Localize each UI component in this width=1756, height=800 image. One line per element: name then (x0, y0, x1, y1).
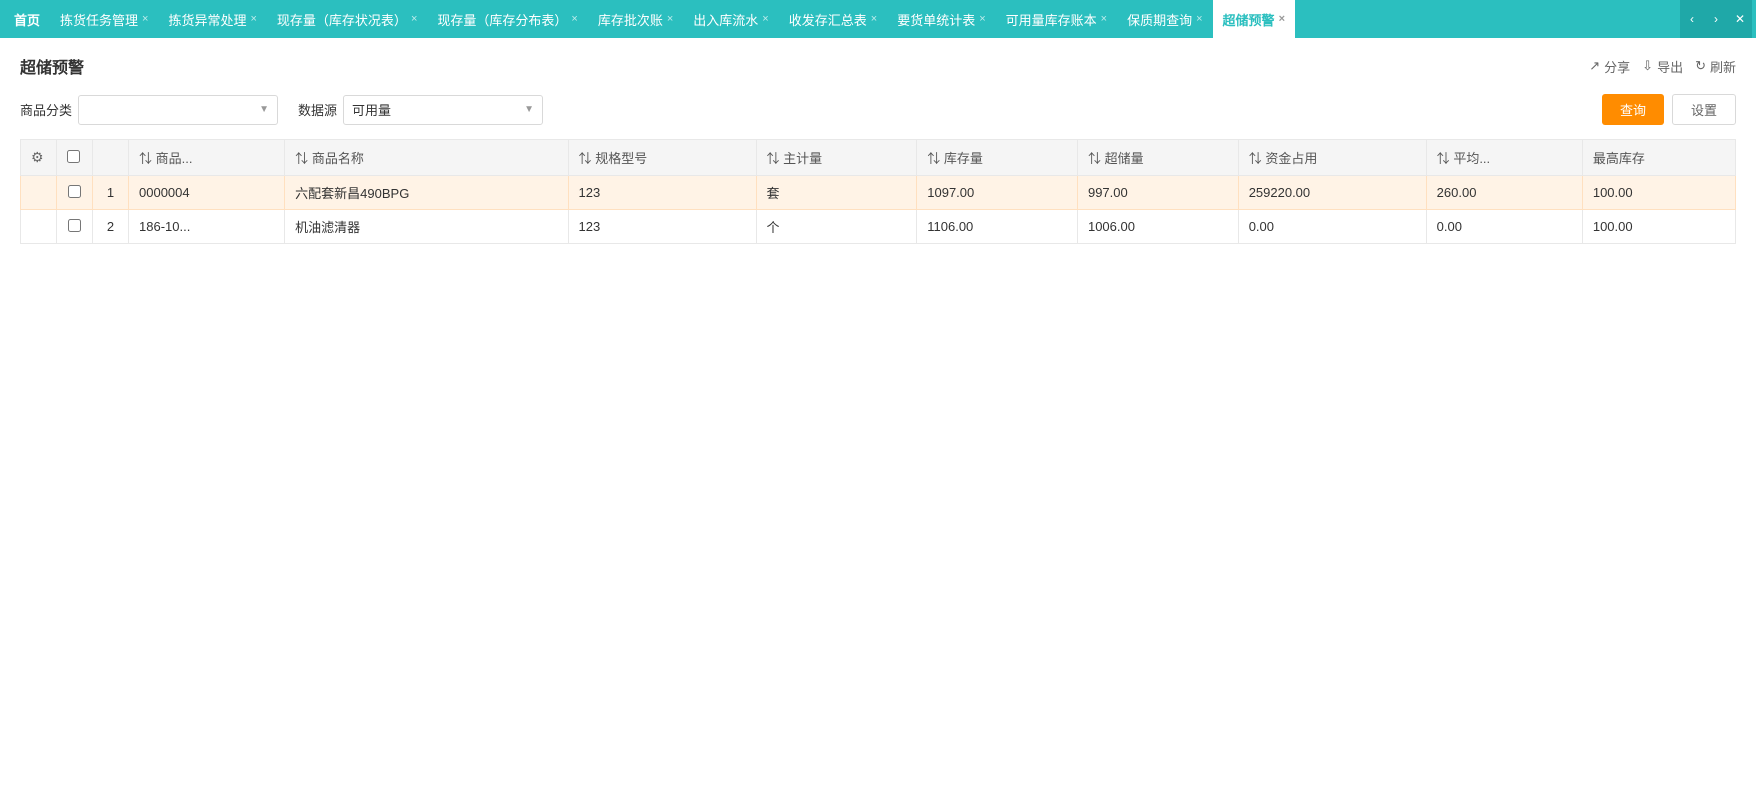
page-header: 超储预警 ↗ 分享 ⇩ 导出 ↻ 刷新 (20, 54, 1736, 78)
filter-actions: 查询 设置 (1602, 94, 1736, 125)
row-avg: 0.00 (1426, 210, 1582, 244)
nav-tab-order-stat[interactable]: 要货单统计表 × (887, 0, 995, 38)
row-checkbox-cell[interactable] (57, 176, 93, 210)
export-icon: ⇩ (1642, 58, 1653, 74)
query-button[interactable]: 查询 (1602, 94, 1664, 125)
settings-button[interactable]: 设置 (1672, 94, 1736, 125)
top-nav: 首页 拣货任务管理 × 拣货异常处理 × 现存量（库存状况表） × 现存量（库存… (0, 0, 1756, 38)
th-num (93, 140, 129, 176)
table-row: 2 186-10... 机油滤清器 123 个 1106.00 1006.00 … (21, 210, 1736, 244)
th-overstock[interactable]: ⇅ 超储量 (1077, 140, 1238, 176)
close-quality-icon[interactable]: × (1196, 13, 1202, 25)
th-product-code[interactable]: ⇅ 商品... (129, 140, 285, 176)
nav-tab-collect[interactable]: 收发存汇总表 × (779, 0, 887, 38)
row-gear-cell (21, 176, 57, 210)
row-product-code: 0000004 (129, 176, 285, 210)
row-product-name: 六配套新昌490BPG (285, 176, 568, 210)
category-label: 商品分类 (20, 100, 72, 119)
close-collect-icon[interactable]: × (871, 13, 877, 25)
gear-icon[interactable]: ⚙ (31, 149, 44, 165)
nav-close-button[interactable]: ✕ (1728, 0, 1752, 38)
nav-tab-home[interactable]: 首页 (4, 0, 50, 38)
th-max-stock: 最高库存 (1582, 140, 1735, 176)
category-select-value (87, 102, 91, 117)
close-overstock-icon[interactable]: × (1279, 13, 1285, 25)
header-actions: ↗ 分享 ⇩ 导出 ↻ 刷新 (1589, 57, 1736, 76)
filter-bar: 商品分类 ▼ 数据源 可用量 ▼ 查询 设置 (20, 94, 1736, 125)
row-product-name: 机油滤清器 (285, 210, 568, 244)
category-select[interactable]: ▼ (78, 95, 278, 125)
table-header-row: ⚙ ⇅ 商品... ⇅ 商品名称 ⇅ 规格型号 (21, 140, 1736, 176)
share-icon: ↗ (1589, 58, 1600, 74)
row-num: 2 (93, 210, 129, 244)
refresh-icon: ↻ (1695, 58, 1706, 74)
th-unit[interactable]: ⇅ 主计量 (756, 140, 917, 176)
data-table: ⚙ ⇅ 商品... ⇅ 商品名称 ⇅ 规格型号 (20, 139, 1736, 244)
row-gear-cell (21, 210, 57, 244)
nav-tab-task[interactable]: 拣货任务管理 × (50, 0, 158, 38)
page-title: 超储预警 (20, 54, 84, 78)
th-avg[interactable]: ⇅ 平均... (1426, 140, 1582, 176)
datasource-dropdown-icon: ▼ (524, 104, 534, 115)
row-overstock: 1006.00 (1077, 210, 1238, 244)
nav-tab-available[interactable]: 可用量库存账本 × (996, 0, 1117, 38)
table-row: 1 0000004 六配套新昌490BPG 123 套 1097.00 997.… (21, 176, 1736, 210)
refresh-button[interactable]: ↻ 刷新 (1695, 57, 1736, 76)
close-abnormal-icon[interactable]: × (250, 13, 256, 25)
th-gear[interactable]: ⚙ (21, 140, 57, 176)
nav-tab-abnormal[interactable]: 拣货异常处理 × (158, 0, 266, 38)
close-batch-icon[interactable]: × (667, 13, 673, 25)
row-checkbox-cell[interactable] (57, 210, 93, 244)
close-inventory-status-icon[interactable]: × (411, 13, 417, 25)
nav-next-button[interactable]: › (1704, 0, 1728, 38)
select-all-checkbox[interactable] (67, 150, 80, 163)
datasource-select-value: 可用量 (352, 100, 391, 119)
nav-tab-inventory-dist[interactable]: 现存量（库存分布表） × (427, 0, 587, 38)
nav-tab-quality[interactable]: 保质期查询 × (1117, 0, 1212, 38)
nav-tab-batch[interactable]: 库存批次账 × (588, 0, 683, 38)
nav-tab-inout[interactable]: 出入库流水 × (683, 0, 778, 38)
close-task-icon[interactable]: × (142, 13, 148, 25)
row-overstock: 997.00 (1077, 176, 1238, 210)
share-button[interactable]: ↗ 分享 (1589, 57, 1630, 76)
nav-tab-overstock[interactable]: 超储预警 × (1213, 0, 1295, 38)
row-checkbox[interactable] (68, 219, 81, 232)
th-capital[interactable]: ⇅ 资金占用 (1238, 140, 1426, 176)
th-spec[interactable]: ⇅ 规格型号 (568, 140, 756, 176)
row-capital: 0.00 (1238, 210, 1426, 244)
row-product-code: 186-10... (129, 210, 285, 244)
close-inventory-dist-icon[interactable]: × (571, 13, 577, 25)
datasource-label: 数据源 (298, 100, 337, 119)
th-checkbox (57, 140, 93, 176)
datasource-filter: 数据源 可用量 ▼ (298, 95, 543, 125)
nav-arrows: ‹ › ✕ (1680, 0, 1752, 38)
row-stock: 1106.00 (917, 210, 1078, 244)
row-num: 1 (93, 176, 129, 210)
category-dropdown-icon: ▼ (259, 104, 269, 115)
row-checkbox[interactable] (68, 185, 81, 198)
row-max-stock: 100.00 (1582, 176, 1735, 210)
category-filter: 商品分类 ▼ (20, 95, 278, 125)
row-unit: 套 (756, 176, 917, 210)
row-stock: 1097.00 (917, 176, 1078, 210)
export-button[interactable]: ⇩ 导出 (1642, 57, 1683, 76)
nav-prev-button[interactable]: ‹ (1680, 0, 1704, 38)
nav-tab-inventory-status[interactable]: 现存量（库存状况表） × (267, 0, 427, 38)
row-spec: 123 (568, 210, 756, 244)
row-spec: 123 (568, 176, 756, 210)
close-inout-icon[interactable]: × (762, 13, 768, 25)
datasource-select[interactable]: 可用量 ▼ (343, 95, 543, 125)
row-max-stock: 100.00 (1582, 210, 1735, 244)
row-capital: 259220.00 (1238, 176, 1426, 210)
close-order-stat-icon[interactable]: × (979, 13, 985, 25)
th-product-name[interactable]: ⇅ 商品名称 (285, 140, 568, 176)
th-stock[interactable]: ⇅ 库存量 (917, 140, 1078, 176)
page-container: 超储预警 ↗ 分享 ⇩ 导出 ↻ 刷新 商品分类 ▼ 数据源 (0, 38, 1756, 800)
row-avg: 260.00 (1426, 176, 1582, 210)
close-available-icon[interactable]: × (1101, 13, 1107, 25)
row-unit: 个 (756, 210, 917, 244)
